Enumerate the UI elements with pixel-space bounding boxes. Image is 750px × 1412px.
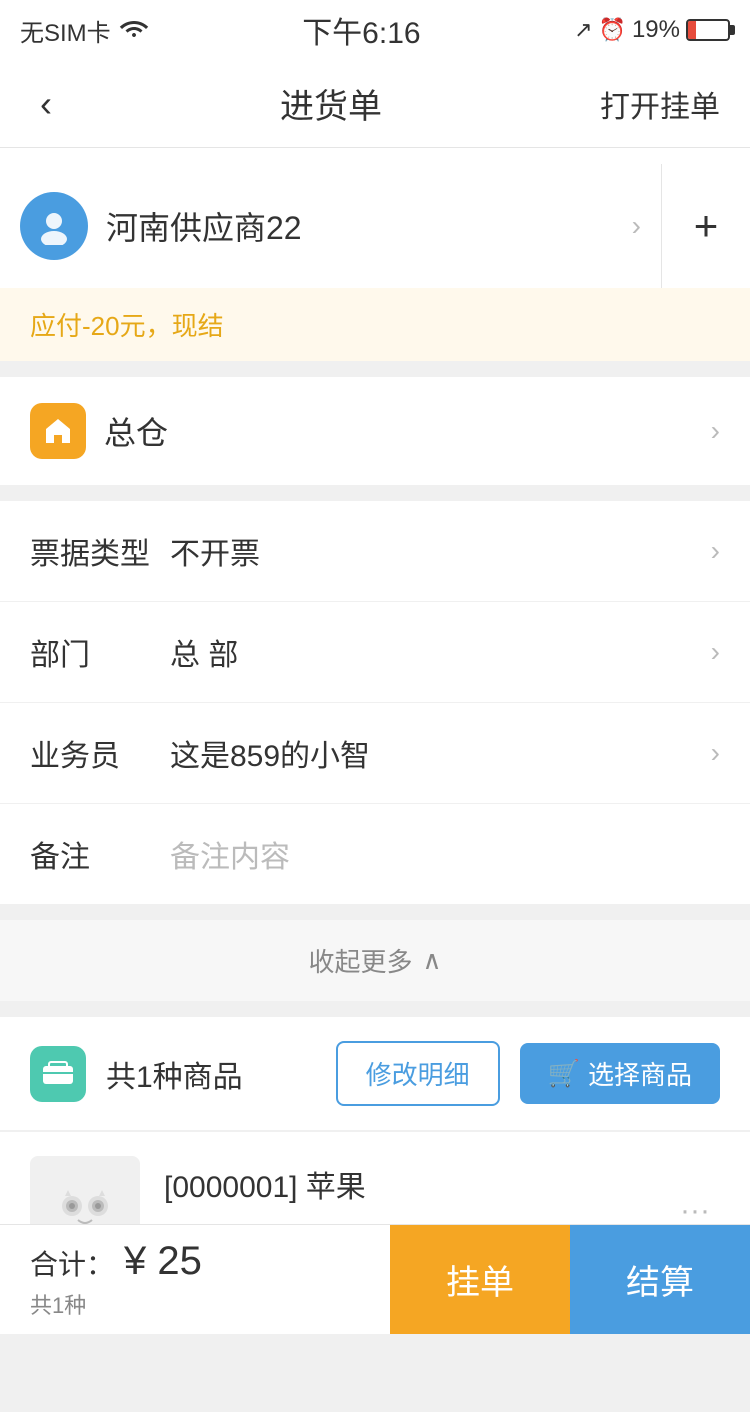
checkout-button[interactable]: 结算: [570, 1225, 750, 1334]
location-icon: ↗: [574, 17, 592, 43]
wifi-icon: [119, 15, 149, 46]
product-name: [0000001] 苹果: [164, 1162, 646, 1206]
remark-label: 备注: [30, 832, 170, 876]
supplier-name: 河南供应商22: [106, 203, 614, 249]
select-product-icon: 🛒: [548, 1058, 580, 1089]
warehouse-chevron-icon: ›: [711, 415, 720, 447]
edit-detail-button[interactable]: 修改明细: [336, 1041, 500, 1106]
department-label: 部门: [30, 630, 170, 674]
department-row[interactable]: 部门 总 部 ›: [0, 602, 750, 703]
nav-bar: ‹ 进货单 打开挂单: [0, 60, 750, 148]
product-count: 共1种商品: [106, 1052, 316, 1096]
alert-text: 应付-20元，现结: [30, 311, 224, 341]
warehouse-name: 总仓: [104, 408, 693, 454]
bottom-bar: 合计： ¥ 25 共1种 挂单 结算: [0, 1224, 750, 1334]
invoice-type-chevron-icon: ›: [711, 535, 720, 567]
total-label: 合计：: [30, 1243, 114, 1283]
status-left: 无SIM卡: [20, 13, 149, 48]
open-pending-button[interactable]: 打开挂单: [600, 82, 720, 126]
alert-banner: 应付-20元，现结: [0, 288, 750, 361]
select-product-label: 选择商品: [588, 1055, 692, 1092]
status-bar: 无SIM卡 下午6:16 ↗ ⏰ 19%: [0, 0, 750, 60]
back-button[interactable]: ‹: [30, 73, 62, 135]
supplier-chevron-icon: ›: [632, 210, 641, 242]
salesperson-value: 这是859的小智: [170, 731, 711, 775]
salesperson-row[interactable]: 业务员 这是859的小智 ›: [0, 703, 750, 804]
select-product-button[interactable]: 🛒 选择商品: [520, 1043, 720, 1104]
department-value: 总 部: [170, 630, 711, 674]
total-amount: ¥ 25: [124, 1239, 202, 1284]
warehouse-row[interactable]: 总仓 ›: [0, 377, 750, 485]
collapse-icon: ∧: [422, 945, 441, 976]
product-header: 共1种商品 修改明细 🛒 选择商品: [0, 1017, 750, 1130]
battery-percent: 19%: [632, 16, 680, 44]
supplier-section: 河南供应商22 › +: [0, 164, 750, 288]
status-time: 下午6:16: [302, 8, 420, 52]
alarm-icon: ⏰: [599, 17, 626, 43]
network-label: 无SIM卡: [20, 13, 111, 48]
salesperson-chevron-icon: ›: [711, 737, 720, 769]
add-button[interactable]: +: [662, 164, 750, 288]
invoice-type-row[interactable]: 票据类型 不开票 ›: [0, 501, 750, 602]
collapse-toggle[interactable]: 收起更多 ∧: [0, 920, 750, 1001]
salesperson-label: 业务员: [30, 731, 170, 775]
status-right: ↗ ⏰ 19%: [574, 16, 730, 44]
main-content: 河南供应商22 › + 应付-20元，现结 总仓 › 票据类型 不开票 › 部门…: [0, 148, 750, 1412]
remark-row[interactable]: 备注 备注内容: [0, 804, 750, 904]
supplier-selector[interactable]: 河南供应商22 ›: [0, 164, 662, 288]
warehouse-icon: [30, 403, 86, 459]
total-sub: 共1种: [30, 1288, 360, 1320]
battery-icon: [686, 19, 730, 41]
invoice-type-label: 票据类型: [30, 529, 170, 573]
supplier-avatar: [20, 192, 88, 260]
form-section: 票据类型 不开票 › 部门 总 部 › 业务员 这是859的小智 › 备注 备注…: [0, 501, 750, 904]
invoice-type-value: 不开票: [170, 529, 711, 573]
suspend-button[interactable]: 挂单: [390, 1225, 570, 1334]
collapse-label: 收起更多: [308, 942, 412, 979]
total-section: 合计： ¥ 25 共1种: [0, 1225, 390, 1334]
page-title: 进货单: [280, 79, 382, 128]
department-chevron-icon: ›: [711, 636, 720, 668]
product-icon: [30, 1046, 86, 1102]
remark-placeholder: 备注内容: [170, 832, 720, 876]
